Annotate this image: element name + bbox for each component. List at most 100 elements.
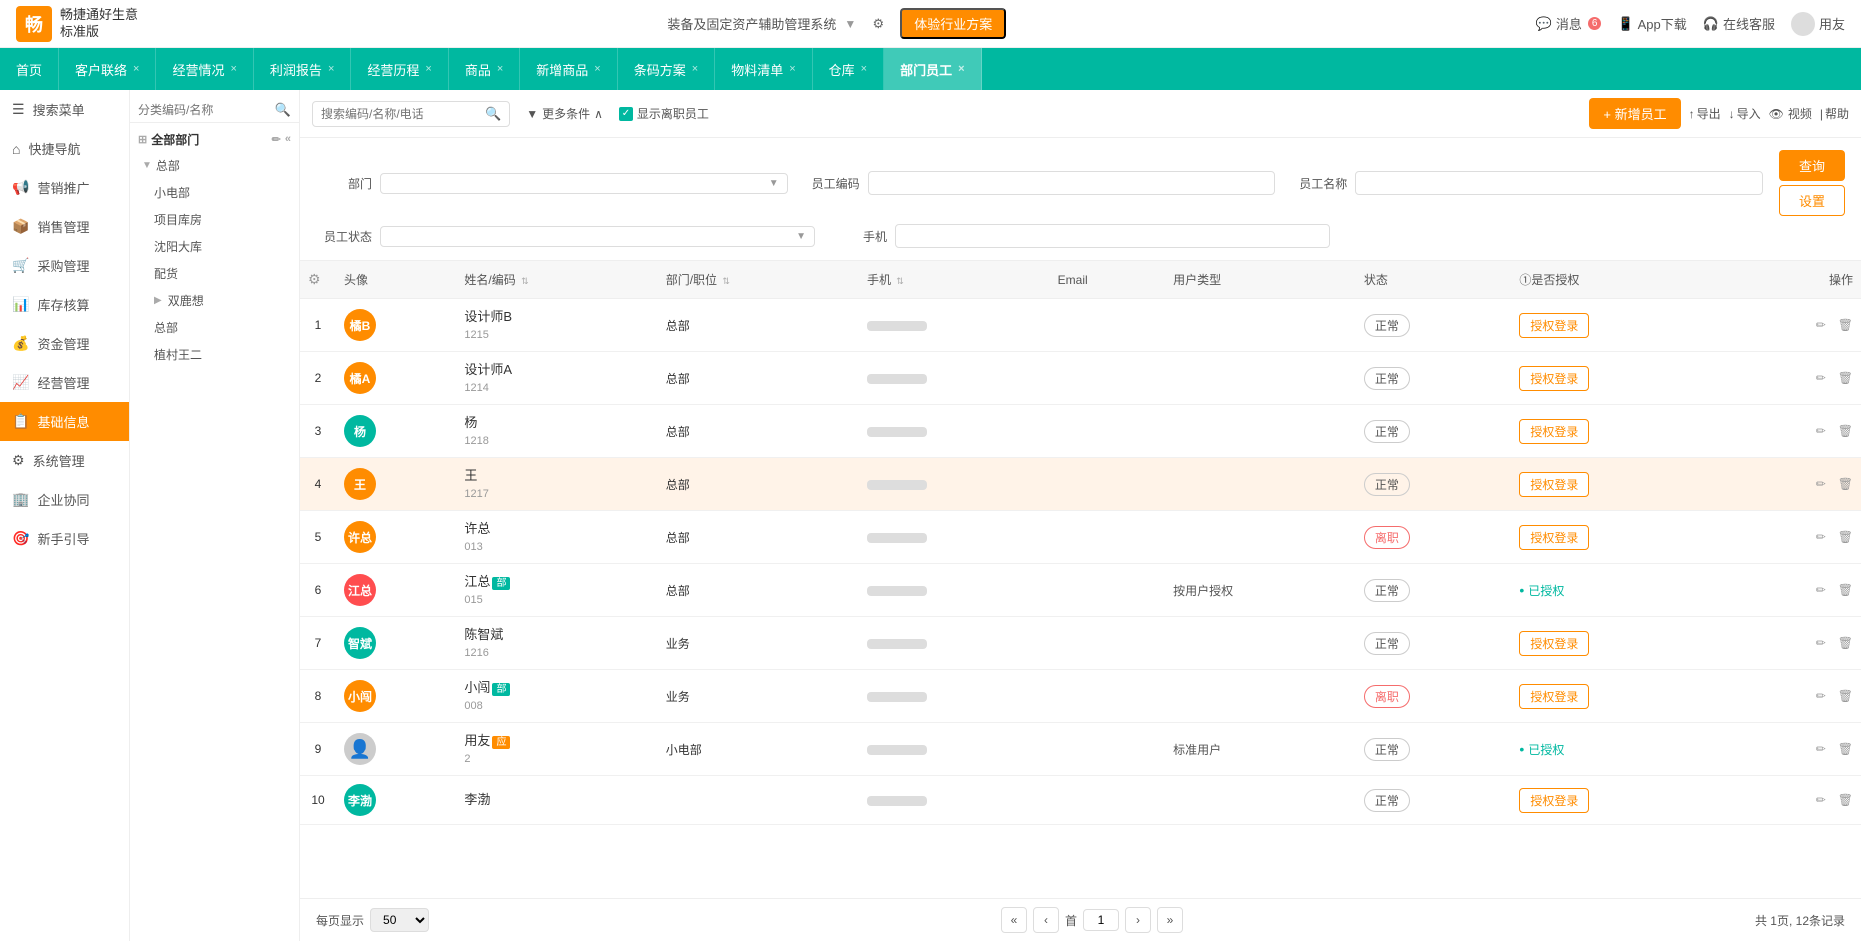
delete-icon[interactable]: 🗑 [1838,477,1853,491]
nav-tab-history[interactable]: 经营历程 × [351,48,448,90]
edit-icon[interactable]: ✏ [1816,689,1826,703]
prev-page-button[interactable]: ‹ [1033,907,1059,933]
nav-tab-barcode[interactable]: 条码方案 × [618,48,715,90]
sidebar-item-basic[interactable]: 📋 基础信息 [0,402,129,441]
nav-tab-department[interactable]: 部门员工 × [884,48,981,90]
sidebar-item-marketing[interactable]: 📢 营销推广 [0,168,129,207]
col-name-code[interactable]: 姓名/编码 ⇅ [456,261,657,299]
edit-icon[interactable]: ✏ [1816,793,1826,807]
nav-tab-new-goods[interactable]: 新增商品 × [520,48,617,90]
col-phone[interactable]: 手机 ⇅ [859,261,1050,299]
export-button[interactable]: ↑ 导出 [1689,105,1721,122]
auth-login-button[interactable]: 授权登录 [1519,366,1589,391]
emp-code-input[interactable] [868,171,1276,195]
page-number-input[interactable] [1083,909,1119,931]
delete-icon[interactable]: 🗑 [1838,530,1853,544]
auth-login-button[interactable]: 授权登录 [1519,684,1589,709]
delete-icon[interactable]: 🗑 [1838,689,1853,703]
delete-icon[interactable]: 🗑 [1838,793,1853,807]
delete-icon[interactable]: 🗑 [1838,636,1853,650]
dept-search-icon[interactable]: 🔍 [275,102,291,118]
edit-icon[interactable]: ✏ [1816,636,1826,650]
sidebar-item-inventory[interactable]: 📊 库存核算 [0,285,129,324]
last-page-button[interactable]: » [1157,907,1183,933]
dept-select[interactable]: ▼ [380,173,788,194]
edit-icon[interactable]: ✏ [1816,477,1826,491]
nav-tabs: 首页 客户联络 × 经营情况 × 利润报告 × 经营历程 × 商品 × 新增商品… [0,48,1861,90]
edit-icon[interactable]: ✏ [1816,530,1826,544]
collapse-dept-icon[interactable]: « [285,133,291,146]
search-button[interactable]: 查询 [1779,150,1845,181]
emp-name-input[interactable] [1355,171,1763,195]
avatar-circle: 李渤 [344,784,376,816]
edit-icon[interactable]: ✏ [1816,583,1826,597]
edit-icon[interactable]: ✏ [1816,371,1826,385]
auth-login-button[interactable]: 授权登录 [1519,472,1589,497]
delete-icon[interactable]: 🗑 [1838,583,1853,597]
nav-tab-home[interactable]: 首页 [0,48,59,90]
trial-button[interactable]: 体验行业方案 [900,8,1006,39]
dept-item-project-storage[interactable]: 项目库房 [130,206,299,233]
view-button[interactable]: 👁 视频 [1769,105,1812,122]
show-inactive-checkbox[interactable]: ✓ [619,107,633,121]
nav-tab-profit[interactable]: 利润报告 × [254,48,351,90]
dept-item-shenyang[interactable]: 沈阳大库 [130,233,299,260]
auth-login-button[interactable]: 授权登录 [1519,313,1589,338]
dept-item-headquarter[interactable]: 总部 [130,314,299,341]
nav-tab-operation[interactable]: 经营情况 × [156,48,253,90]
gear-button[interactable]: ⚙ [864,10,892,38]
nav-tab-bom[interactable]: 物料清单 × [715,48,812,90]
first-page-button[interactable]: « [1001,907,1027,933]
delete-icon[interactable]: 🗑 [1838,371,1853,385]
row-email [1050,458,1165,511]
message-button[interactable]: 💬 消息 6 [1536,14,1602,33]
table-row: 4王王1217总部正常授权登录✏🗑 [300,458,1861,511]
reset-button[interactable]: 设置 [1779,185,1845,216]
online-service-button[interactable]: 🎧 在线客服 [1703,14,1775,33]
dept-item-headquarter-root[interactable]: ▼ 总部 [130,152,299,179]
delete-icon[interactable]: 🗑 [1838,742,1853,756]
edit-dept-icon[interactable]: ✏ [272,133,281,146]
phone-input[interactable] [895,224,1330,248]
edit-icon[interactable]: ✏ [1816,318,1826,332]
dept-search-input[interactable] [138,103,275,117]
sidebar-item-enterprise[interactable]: 🏢 企业协同 [0,480,129,519]
dept-item-small-elec[interactable]: 小电部 [130,179,299,206]
sidebar-item-search[interactable]: ☰ 搜索菜单 [0,90,129,129]
sidebar-item-quicknav[interactable]: ⌂ 快捷导航 [0,129,129,168]
delete-icon[interactable]: 🗑 [1838,424,1853,438]
user-menu[interactable]: 用友 [1791,12,1845,36]
auth-login-button[interactable]: 授权登录 [1519,525,1589,550]
add-employee-button[interactable]: + 新增员工 [1589,98,1680,129]
help-button[interactable]: | 帮助 [1820,105,1849,122]
col-dept[interactable]: 部门/职位 ⇅ [658,261,859,299]
more-filter-button[interactable]: ▼ 更多条件 ∧ [518,101,611,126]
auth-login-button[interactable]: 授权登录 [1519,419,1589,444]
sidebar-item-guide[interactable]: 🎯 新手引导 [0,519,129,558]
import-button[interactable]: ↓ 导入 [1729,105,1761,122]
edit-icon[interactable]: ✏ [1816,424,1826,438]
auth-login-button[interactable]: 授权登录 [1519,788,1589,813]
show-inactive-toggle[interactable]: ✓ 显示离职员工 [619,105,709,122]
nav-tab-customer[interactable]: 客户联络 × [59,48,156,90]
dept-item-distribution[interactable]: 配货 [130,260,299,287]
edit-icon[interactable]: ✏ [1816,742,1826,756]
search-input[interactable] [321,107,481,121]
status-select[interactable]: ▼ [380,226,815,247]
delete-icon[interactable]: 🗑 [1838,318,1853,332]
sidebar-item-sales[interactable]: 📦 销售管理 [0,207,129,246]
per-page-select[interactable]: 50 100 200 [370,908,429,932]
nav-tab-goods[interactable]: 商品 × [449,48,520,90]
auth-login-button[interactable]: 授权登录 [1519,631,1589,656]
settings-col-icon[interactable]: ⚙ [308,271,321,287]
sidebar-item-system[interactable]: ⚙ 系统管理 [0,441,129,480]
search-icon[interactable]: 🔍 [485,106,501,122]
next-page-button[interactable]: › [1125,907,1151,933]
sidebar-item-finance[interactable]: 💰 资金管理 [0,324,129,363]
app-download-button[interactable]: 📱 App下载 [1617,14,1686,33]
nav-tab-warehouse[interactable]: 仓库 × [813,48,884,90]
sidebar-item-operation[interactable]: 📈 经营管理 [0,363,129,402]
dept-item-shuanglu[interactable]: ▶ 双鹿想 [130,287,299,314]
dept-item-zhicun[interactable]: 植村王二 [130,341,299,368]
sidebar-item-purchase[interactable]: 🛒 采购管理 [0,246,129,285]
